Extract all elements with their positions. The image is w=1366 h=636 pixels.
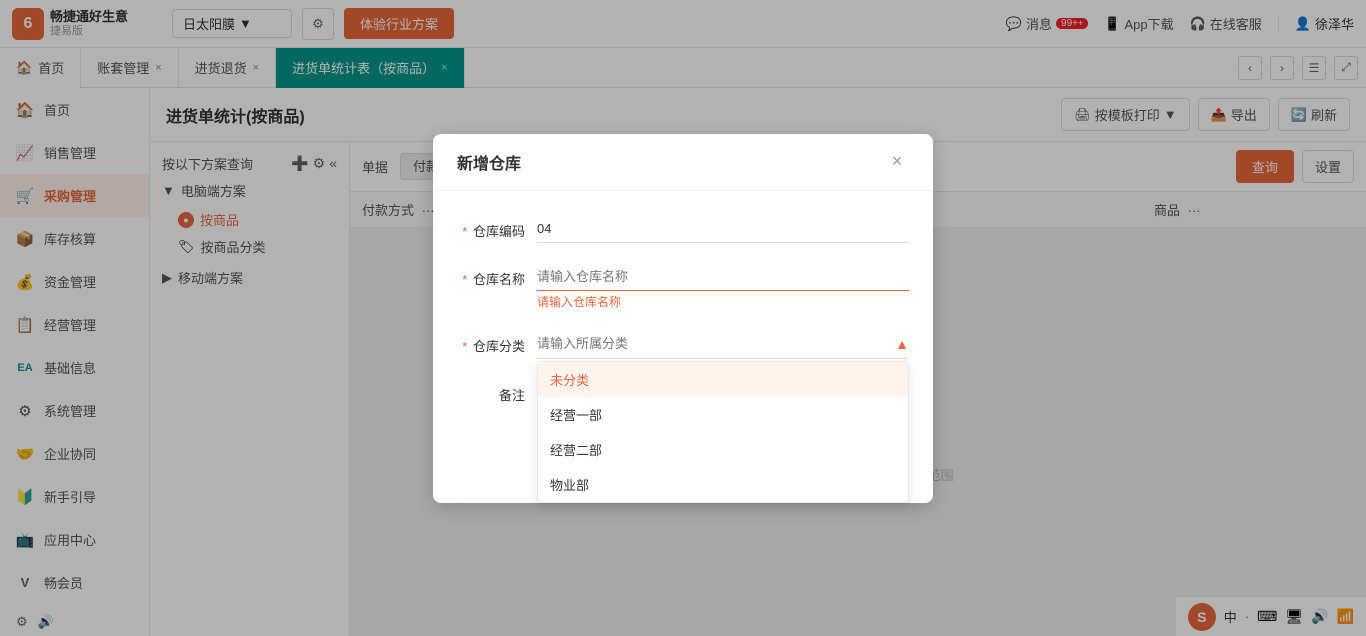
form-notes-label: 备注 xyxy=(457,379,537,404)
category-dropdown[interactable]: ▲ xyxy=(537,330,909,359)
category-input[interactable] xyxy=(537,336,895,351)
dropdown-up-arrow-icon[interactable]: ▲ xyxy=(895,336,909,352)
form-row-name: * 仓库名称 请输入仓库名称 xyxy=(457,263,909,310)
dropdown-option-uncategorized[interactable]: 未分类 xyxy=(538,362,908,397)
form-code-field xyxy=(537,215,909,243)
modal-close-button[interactable]: × xyxy=(885,150,909,174)
form-category-label: * 仓库分类 xyxy=(457,330,537,355)
modal-overlay: 新增仓库 × * 仓库编码 * 仓库名称 xyxy=(0,0,1366,636)
warehouse-code-input[interactable] xyxy=(537,215,909,243)
form-code-label: * 仓库编码 xyxy=(457,215,537,240)
dropdown-option-dept1[interactable]: 经营一部 xyxy=(538,397,908,432)
form-name-field: 请输入仓库名称 xyxy=(537,263,909,310)
form-row-code: * 仓库编码 xyxy=(457,215,909,243)
category-dropdown-list: 未分类 经营一部 经营二部 物业部 xyxy=(537,361,909,503)
modal-header: 新增仓库 × xyxy=(433,134,933,191)
new-warehouse-modal: 新增仓库 × * 仓库编码 * 仓库名称 xyxy=(433,134,933,503)
modal-body: * 仓库编码 * 仓库名称 请输入仓库名称 xyxy=(433,191,933,407)
modal-title: 新增仓库 xyxy=(457,150,521,174)
dropdown-option-property[interactable]: 物业部 xyxy=(538,467,908,502)
form-category-field: ▲ 未分类 经营一部 经营二部 物业部 xyxy=(537,330,909,359)
dropdown-option-dept2[interactable]: 经营二部 xyxy=(538,432,908,467)
form-row-category: * 仓库分类 ▲ 未分类 经营一部 经营二部 物业部 xyxy=(457,330,909,359)
warehouse-name-error: 请输入仓库名称 xyxy=(537,293,909,310)
warehouse-name-input[interactable] xyxy=(537,263,909,291)
form-name-label: * 仓库名称 xyxy=(457,263,537,288)
